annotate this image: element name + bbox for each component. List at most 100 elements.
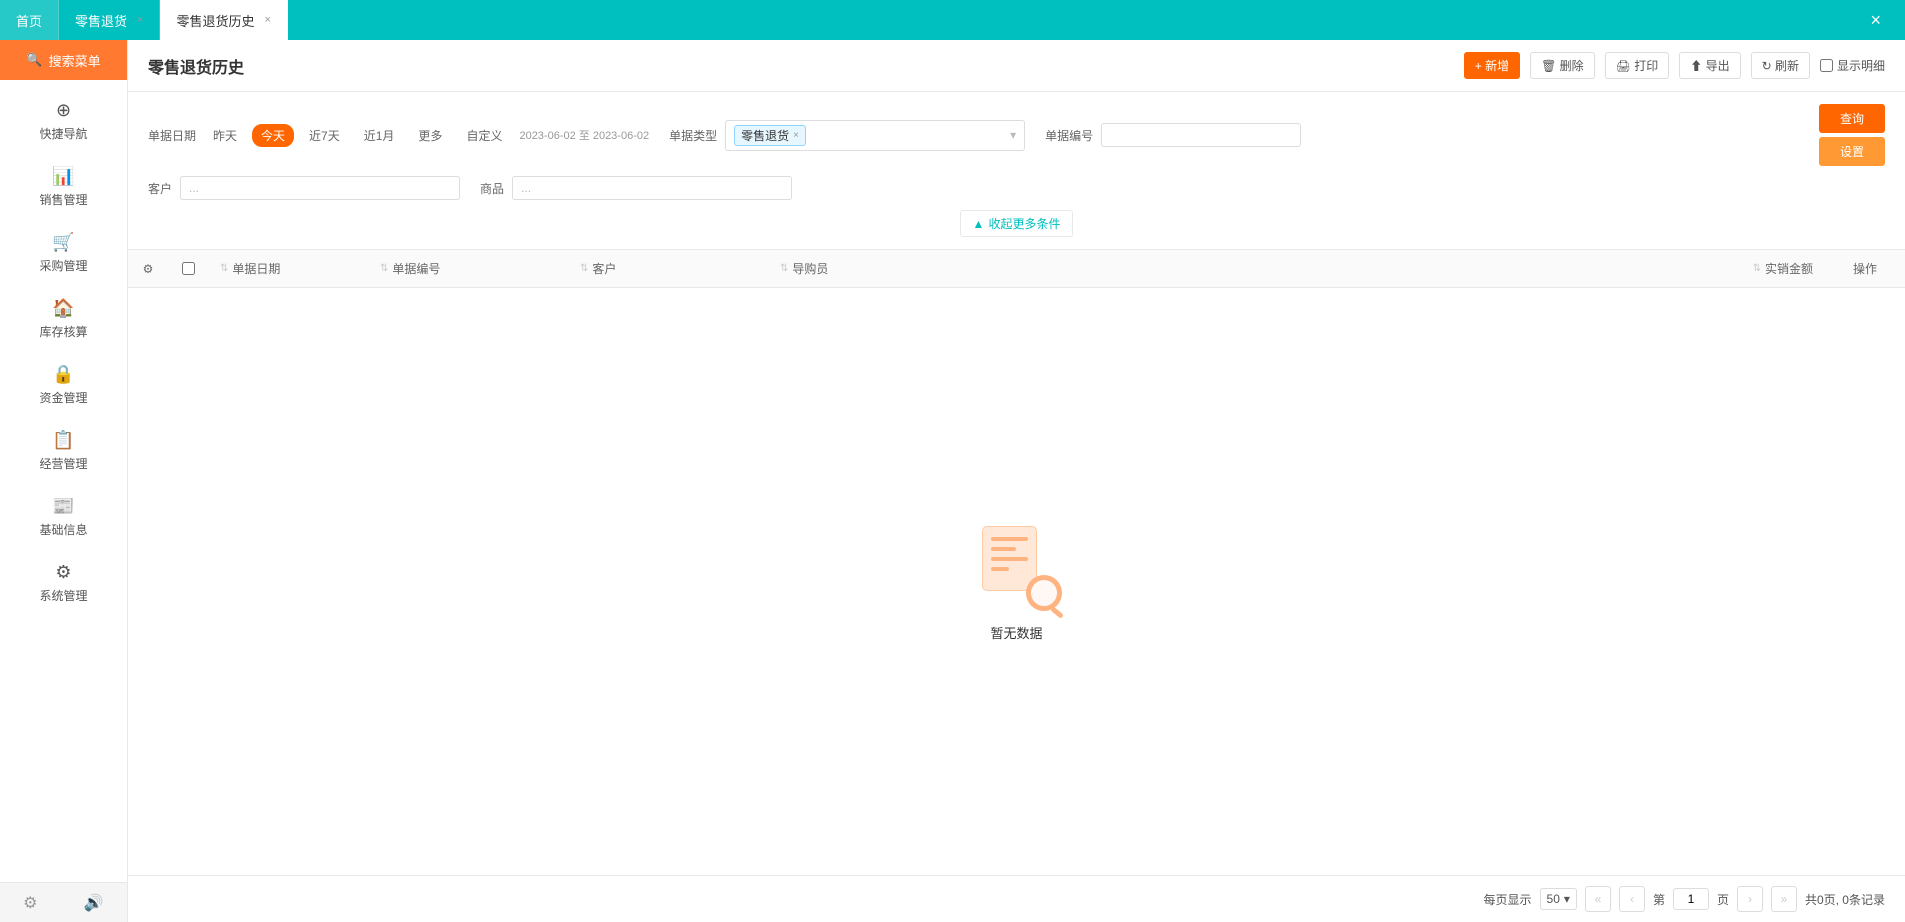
show-detail-input[interactable] xyxy=(1820,59,1833,72)
sidebar-item-label: 资金管理 xyxy=(39,389,87,406)
date-btn-yesterday[interactable]: 昨天 xyxy=(204,124,246,147)
filter-row-2: 客户 ... 商品 ... xyxy=(148,176,1885,200)
tab-retail-return-history[interactable]: 零售退货历史 × xyxy=(160,0,287,40)
sidebar-item-label: 采购管理 xyxy=(39,257,87,274)
tab-home[interactable]: 首页 xyxy=(0,0,59,40)
sort-icon-guide: ⇅ xyxy=(780,263,788,274)
th-date[interactable]: ⇅ 单据日期 xyxy=(208,250,368,287)
refresh-button[interactable]: ↻ 刷新 xyxy=(1751,52,1810,79)
query-buttons: 查询 设置 xyxy=(1819,104,1885,166)
goods-input[interactable]: ... xyxy=(512,176,792,200)
empty-state: 暂无数据 xyxy=(128,288,1905,875)
empty-doc-shape xyxy=(982,526,1037,591)
sidebar-item-operation[interactable]: 📋 经营管理 xyxy=(0,418,127,484)
date-range-display: 2023-06-02 至 2023-06-02 xyxy=(519,127,649,143)
doc-type-label: 单据类型 xyxy=(669,127,717,144)
tab-retail-return-label: 零售退货 xyxy=(75,11,127,30)
sidebar-item-inventory[interactable]: 🏠 库存核算 xyxy=(0,286,127,352)
customer-input[interactable]: ... xyxy=(180,176,460,200)
collapse-label: 收起更多条件 xyxy=(988,215,1060,232)
doc-type-tag-value: 零售退货 xyxy=(741,127,789,144)
customer-label: 客户 xyxy=(148,180,172,197)
empty-search-handle xyxy=(1050,606,1064,619)
th-number[interactable]: ⇅ 单据编号 xyxy=(368,250,568,287)
doc-type-dropdown-icon: ▾ xyxy=(1010,128,1016,142)
next-page-button[interactable]: › xyxy=(1737,886,1763,912)
sidebar-item-system-mgmt[interactable]: ⚙ 系统管理 xyxy=(0,550,127,616)
window-close-button[interactable]: × xyxy=(1862,10,1889,31)
th-action-label: 操作 xyxy=(1853,260,1877,277)
page-number-input[interactable] xyxy=(1673,888,1709,910)
customer-placeholder: ... xyxy=(189,181,199,195)
sidebar-search[interactable]: 🔍 搜索菜单 xyxy=(0,40,127,80)
prev-page-button[interactable]: ‹ xyxy=(1619,886,1645,912)
goods-placeholder: ... xyxy=(521,181,531,195)
operation-icon: 📋 xyxy=(52,430,74,451)
date-btn-today[interactable]: 今天 xyxy=(252,124,294,147)
sidebar-item-label: 快捷导航 xyxy=(39,125,87,142)
sort-icon-number: ⇅ xyxy=(380,263,388,274)
settings-icon: ⚙ xyxy=(143,262,154,276)
system-icon: ⚙ xyxy=(55,562,71,583)
settings-button[interactable]: 设置 xyxy=(1819,137,1885,166)
doc-line-3 xyxy=(991,557,1028,561)
date-btn-7days[interactable]: 近7天 xyxy=(300,124,349,147)
page-title: 零售退货历史 xyxy=(148,54,244,90)
content-area: 零售退货历史 + 新增 🗑 删除 🖨 打印 ⬆ 导出 ↻ 刷新 显示明细 单据日… xyxy=(128,40,1905,922)
sidebar-item-basic-info[interactable]: 📰 基础信息 xyxy=(0,484,127,550)
delete-button[interactable]: 🗑 删除 xyxy=(1530,52,1595,79)
export-button[interactable]: ⬆ 导出 xyxy=(1679,52,1740,79)
finance-icon: 🔒 xyxy=(52,364,74,385)
print-button[interactable]: 🖨 打印 xyxy=(1605,52,1670,79)
empty-text: 暂无数据 xyxy=(990,623,1042,642)
doc-type-tag-close[interactable]: × xyxy=(793,130,799,141)
sidebar: 🔍 搜索菜单 ⊕ 快捷导航 📊 销售管理 🛒 采购管理 🏠 库存核算 🔒 xyxy=(0,40,128,922)
th-amount[interactable]: ⇅ 实销金额 xyxy=(968,250,1825,287)
filter-row-1: 单据日期 昨天 今天 近7天 近1月 更多 自定义 2023-06-02 至 2… xyxy=(148,104,1885,166)
sort-icon: ⇅ xyxy=(220,263,228,274)
doc-number-filter: 单据编号 xyxy=(1045,123,1301,147)
th-guide[interactable]: ⇅ 导购员 xyxy=(768,250,968,287)
sales-icon: 📊 xyxy=(52,166,74,187)
top-bar: 首页 零售退货 × 零售退货历史 × × xyxy=(0,0,1905,40)
sidebar-item-sales-mgmt[interactable]: 📊 销售管理 xyxy=(0,154,127,220)
purchase-icon: 🛒 xyxy=(52,232,74,253)
first-page-button[interactable]: « xyxy=(1585,886,1611,912)
tab-retail-return-close[interactable]: × xyxy=(137,14,143,26)
th-guide-label: 导购员 xyxy=(792,260,828,277)
filter-area: 单据日期 昨天 今天 近7天 近1月 更多 自定义 2023-06-02 至 2… xyxy=(128,92,1905,250)
sidebar-item-quick-nav[interactable]: ⊕ 快捷导航 xyxy=(0,88,127,154)
sidebar-item-purchase-mgmt[interactable]: 🛒 采购管理 xyxy=(0,220,127,286)
page-actions: + 新增 🗑 删除 🖨 打印 ⬆ 导出 ↻ 刷新 显示明细 xyxy=(1464,52,1885,91)
page-size-select[interactable]: 50 ▾ xyxy=(1540,888,1577,910)
select-all-checkbox[interactable] xyxy=(182,262,195,275)
sidebar-audio-button[interactable]: 🔊 xyxy=(84,893,104,913)
show-detail-checkbox[interactable]: 显示明细 xyxy=(1820,57,1885,74)
sidebar-item-label: 经营管理 xyxy=(39,455,87,472)
th-check[interactable] xyxy=(168,252,208,285)
date-btn-more[interactable]: 更多 xyxy=(409,124,451,147)
sidebar-settings-button[interactable]: ⚙ xyxy=(23,893,37,913)
collapse-button[interactable]: ▲ 收起更多条件 xyxy=(960,210,1074,237)
tab-list: 首页 零售退货 × 零售退货历史 × xyxy=(0,0,1862,40)
new-button[interactable]: + 新增 xyxy=(1464,52,1520,79)
th-customer[interactable]: ⇅ 客户 xyxy=(568,250,768,287)
th-amount-label: 实销金额 xyxy=(1765,260,1813,277)
last-page-button[interactable]: » xyxy=(1771,886,1797,912)
tab-retail-return[interactable]: 零售退货 × xyxy=(59,0,160,40)
show-detail-label: 显示明细 xyxy=(1837,57,1885,74)
doc-number-label: 单据编号 xyxy=(1045,127,1093,144)
date-btn-1month[interactable]: 近1月 xyxy=(355,124,404,147)
doc-type-select[interactable]: 零售退货 × ▾ xyxy=(725,120,1025,151)
doc-number-input[interactable] xyxy=(1101,123,1301,147)
goods-label: 商品 xyxy=(480,180,504,197)
table-area: ⚙ ⇅ 单据日期 ⇅ 单据编号 ⇅ 客户 ⇅ xyxy=(128,250,1905,875)
tab-retail-return-history-close[interactable]: × xyxy=(264,14,270,26)
th-settings[interactable]: ⚙ xyxy=(128,252,168,286)
query-button[interactable]: 查询 xyxy=(1819,104,1885,133)
sidebar-item-finance[interactable]: 🔒 资金管理 xyxy=(0,352,127,418)
date-filter-label: 单据日期 xyxy=(148,127,196,144)
date-btn-custom[interactable]: 自定义 xyxy=(457,124,511,147)
page-header: 零售退货历史 + 新增 🗑 删除 🖨 打印 ⬆ 导出 ↻ 刷新 显示明细 xyxy=(128,40,1905,92)
empty-search-circle xyxy=(1026,575,1062,611)
